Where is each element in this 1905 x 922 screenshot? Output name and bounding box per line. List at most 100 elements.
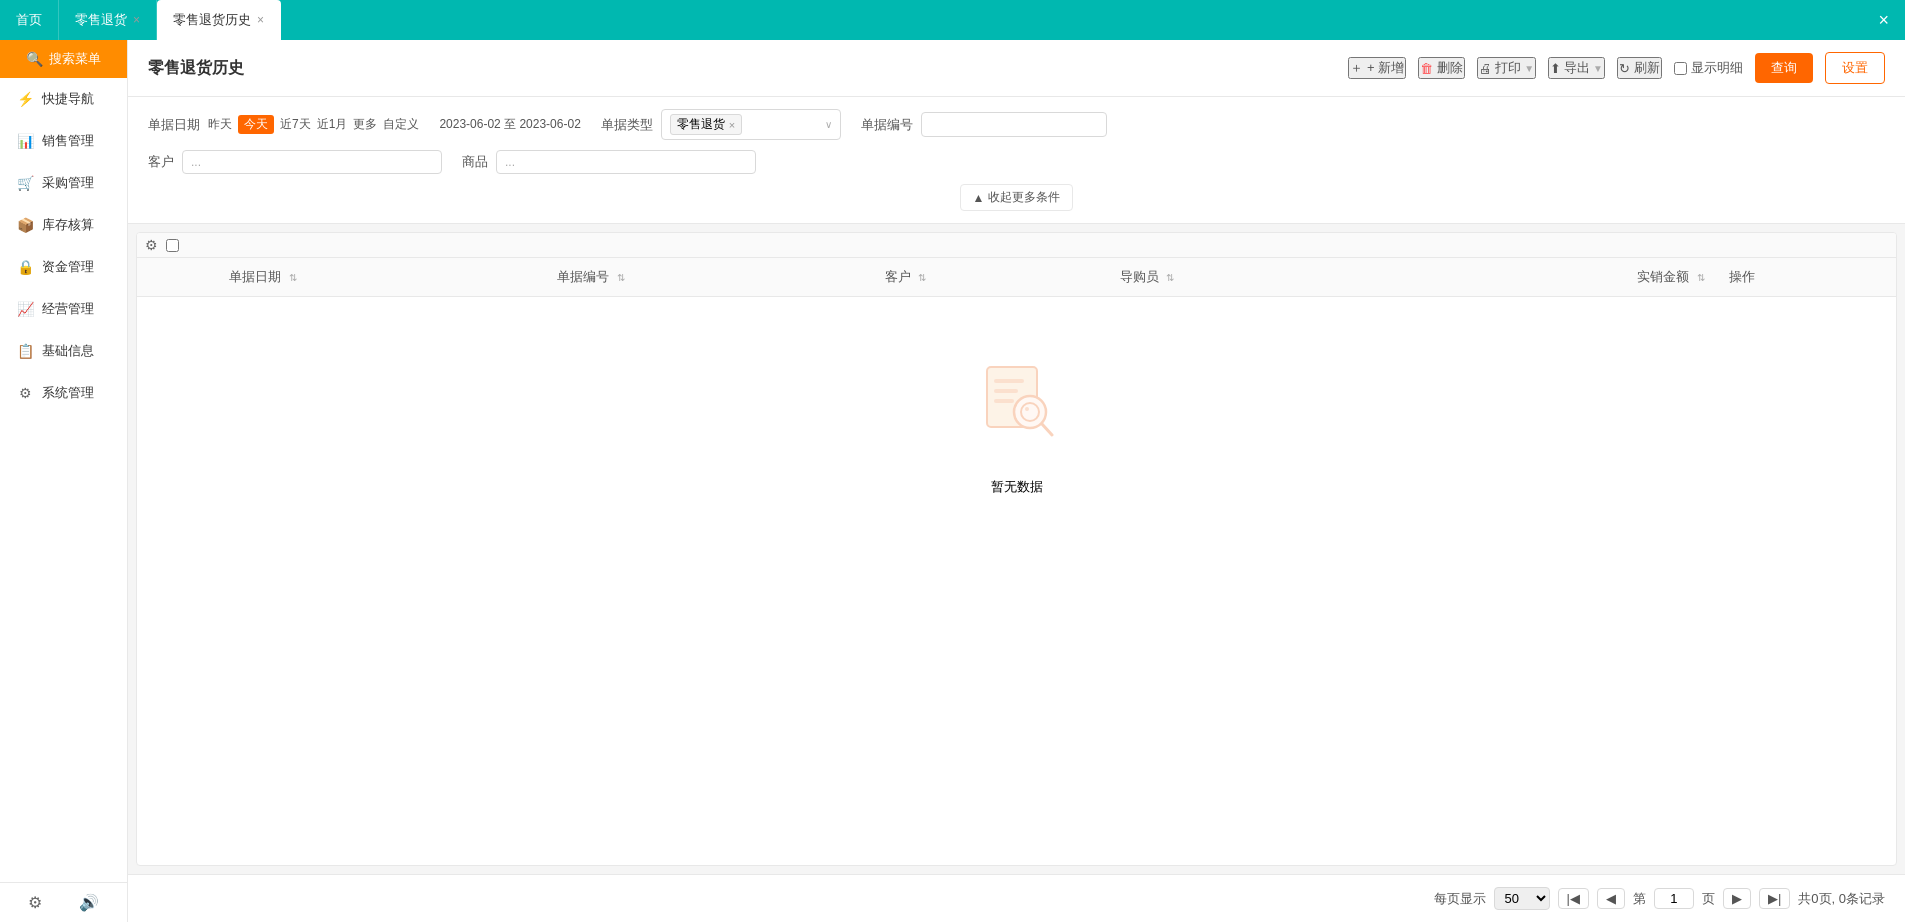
tab-home[interactable]: 首页 <box>0 0 59 40</box>
svg-point-7 <box>1025 407 1029 411</box>
sidebar-item-sales[interactable]: 📊 销售管理 <box>0 120 127 162</box>
print-button[interactable]: 🖨 打印 ▼ <box>1477 57 1536 79</box>
add-label: + 新增 <box>1367 59 1404 77</box>
sidebar-menu: ⚡ 快捷导航 📊 销售管理 🛒 采购管理 📦 库存核算 🔒 资金管理 📈 <box>0 78 127 882</box>
date-more[interactable]: 更多 <box>353 116 377 133</box>
collapse-button[interactable]: ▲ 收起更多条件 <box>960 184 1074 211</box>
filter-area: 单据日期 昨天 今天 近7天 近1月 更多 自定义 2023-06-02 至 2… <box>128 97 1905 224</box>
col-number-label: 单据编号 <box>557 269 609 284</box>
sidebar-item-purchase[interactable]: 🛒 采购管理 <box>0 162 127 204</box>
sidebar-item-quick-nav[interactable]: ⚡ 快捷导航 <box>0 78 127 120</box>
export-dropdown-icon: ▼ <box>1593 63 1603 74</box>
sidebar-search[interactable]: 🔍 搜索菜单 <box>0 40 127 78</box>
lightning-icon: ⚡ <box>16 90 34 108</box>
sidebar-footer: ⚙ 🔊 <box>0 882 127 922</box>
sidebar-item-inventory[interactable]: 📦 库存核算 <box>0 204 127 246</box>
col-guide-header[interactable]: 导购员 ⇅ <box>1108 258 1389 297</box>
print-label: 打印 <box>1495 59 1521 77</box>
goods-select[interactable]: ... <box>496 150 756 174</box>
sidebar-item-system[interactable]: ⚙ 系统管理 <box>0 372 127 414</box>
tab-retail-return-close[interactable]: × <box>133 13 140 27</box>
col-amount-header[interactable]: 实销金额 ⇅ <box>1389 258 1717 297</box>
sidebar: 🔍 搜索菜单 ⚡ 快捷导航 📊 销售管理 🛒 采购管理 📦 库存核算 🔒 <box>0 40 128 922</box>
col-number-sort: ⇅ <box>617 272 625 283</box>
add-button[interactable]: ＋ + 新增 <box>1348 57 1406 79</box>
sidebar-item-finance[interactable]: 🔒 资金管理 <box>0 246 127 288</box>
last-page-button[interactable]: ▶| <box>1759 888 1790 909</box>
export-icon: ⬆ <box>1550 61 1561 76</box>
customer-select[interactable]: ... <box>182 150 442 174</box>
query-button[interactable]: 查询 <box>1755 53 1813 83</box>
operation-icon: 📈 <box>16 300 34 318</box>
tab-retail-return-history-close[interactable]: × <box>257 13 264 27</box>
sidebar-item-label: 基础信息 <box>42 342 94 360</box>
col-amount-sort: ⇅ <box>1697 272 1705 283</box>
table-settings-icon[interactable]: ⚙ <box>145 237 158 253</box>
type-tag-value: 零售退货 <box>677 116 725 133</box>
sidebar-item-label: 采购管理 <box>42 174 94 192</box>
tab-list: 首页 零售退货 × 零售退货历史 × <box>0 0 1862 40</box>
number-input[interactable] <box>921 112 1107 137</box>
sidebar-item-label: 系统管理 <box>42 384 94 402</box>
delete-button[interactable]: 🗑 删除 <box>1418 57 1465 79</box>
col-settings-header <box>137 258 177 297</box>
refresh-icon: ↻ <box>1619 61 1630 76</box>
col-date-header[interactable]: 单据日期 ⇅ <box>217 258 545 297</box>
tab-retail-return-history[interactable]: 零售退货历史 × <box>157 0 281 40</box>
per-page-label: 每页显示 <box>1434 890 1486 908</box>
next-page-button[interactable]: ▶ <box>1723 888 1751 909</box>
col-customer-label: 客户 <box>885 269 911 284</box>
date-1month[interactable]: 近1月 <box>317 116 348 133</box>
col-customer-sort: ⇅ <box>918 272 926 283</box>
sidebar-item-base[interactable]: 📋 基础信息 <box>0 330 127 372</box>
delete-label: 删除 <box>1437 59 1463 77</box>
type-filter: 单据类型 零售退货 × ∨ <box>601 109 841 140</box>
tab-retail-return-label: 零售退货 <box>75 11 127 29</box>
date-today[interactable]: 今天 <box>238 115 274 134</box>
prev-page-button[interactable]: ◀ <box>1597 888 1625 909</box>
page-input[interactable] <box>1654 888 1694 909</box>
setting-label: 设置 <box>1842 60 1868 75</box>
content-area: 零售退货历史 ＋ + 新增 🗑 删除 🖨 打印 ▼ ⬆ 导出 <box>128 40 1905 922</box>
refresh-button[interactable]: ↻ 刷新 <box>1617 57 1662 79</box>
date-7days[interactable]: 近7天 <box>280 116 311 133</box>
goods-filter: 商品 ... <box>462 150 756 174</box>
filter-row-1: 单据日期 昨天 今天 近7天 近1月 更多 自定义 2023-06-02 至 2… <box>148 109 1885 140</box>
top-bar: 首页 零售退货 × 零售退货历史 × × <box>0 0 1905 40</box>
sidebar-item-label: 资金管理 <box>42 258 94 276</box>
first-page-button[interactable]: |◀ <box>1558 888 1589 909</box>
sidebar-item-label: 销售管理 <box>42 132 94 150</box>
svg-rect-3 <box>994 399 1014 403</box>
system-icon: ⚙ <box>16 384 34 402</box>
empty-icon <box>972 357 1062 466</box>
sidebar-item-label: 快捷导航 <box>42 90 94 108</box>
setting-button[interactable]: 设置 <box>1825 52 1885 84</box>
query-label: 查询 <box>1771 60 1797 75</box>
svg-rect-2 <box>994 389 1018 393</box>
customer-filter: 客户 ... <box>148 150 442 174</box>
page-actions: ＋ + 新增 🗑 删除 🖨 打印 ▼ ⬆ 导出 ▼ <box>1348 52 1885 84</box>
window-close-button[interactable]: × <box>1862 10 1905 31</box>
number-label: 单据编号 <box>861 116 913 134</box>
tab-retail-return-history-label: 零售退货历史 <box>173 11 251 29</box>
col-number-header[interactable]: 单据编号 ⇅ <box>545 258 873 297</box>
select-all-checkbox[interactable] <box>166 239 179 252</box>
type-select[interactable]: 零售退货 × ∨ <box>661 109 841 140</box>
show-detail-checkbox[interactable] <box>1674 62 1687 75</box>
gear-icon[interactable]: ⚙ <box>28 893 42 912</box>
type-tag-close[interactable]: × <box>729 119 735 131</box>
col-customer-header[interactable]: 客户 ⇅ <box>873 258 1108 297</box>
collapse-icon: ▲ <box>973 191 985 205</box>
per-page-select[interactable]: 50 100 200 <box>1494 887 1550 910</box>
type-dropdown-icon: ∨ <box>825 119 832 130</box>
volume-icon[interactable]: 🔊 <box>79 893 99 912</box>
date-yesterday[interactable]: 昨天 <box>208 116 232 133</box>
sidebar-item-operation[interactable]: 📈 经营管理 <box>0 288 127 330</box>
date-custom[interactable]: 自定义 <box>383 116 419 133</box>
col-guide-label: 导购员 <box>1120 269 1159 284</box>
sidebar-item-label: 经营管理 <box>42 300 94 318</box>
tab-retail-return[interactable]: 零售退货 × <box>59 0 157 40</box>
collapse-label: 收起更多条件 <box>988 189 1060 206</box>
main-layout: 🔍 搜索菜单 ⚡ 快捷导航 📊 销售管理 🛒 采购管理 📦 库存核算 🔒 <box>0 40 1905 922</box>
export-button[interactable]: ⬆ 导出 ▼ <box>1548 57 1605 79</box>
